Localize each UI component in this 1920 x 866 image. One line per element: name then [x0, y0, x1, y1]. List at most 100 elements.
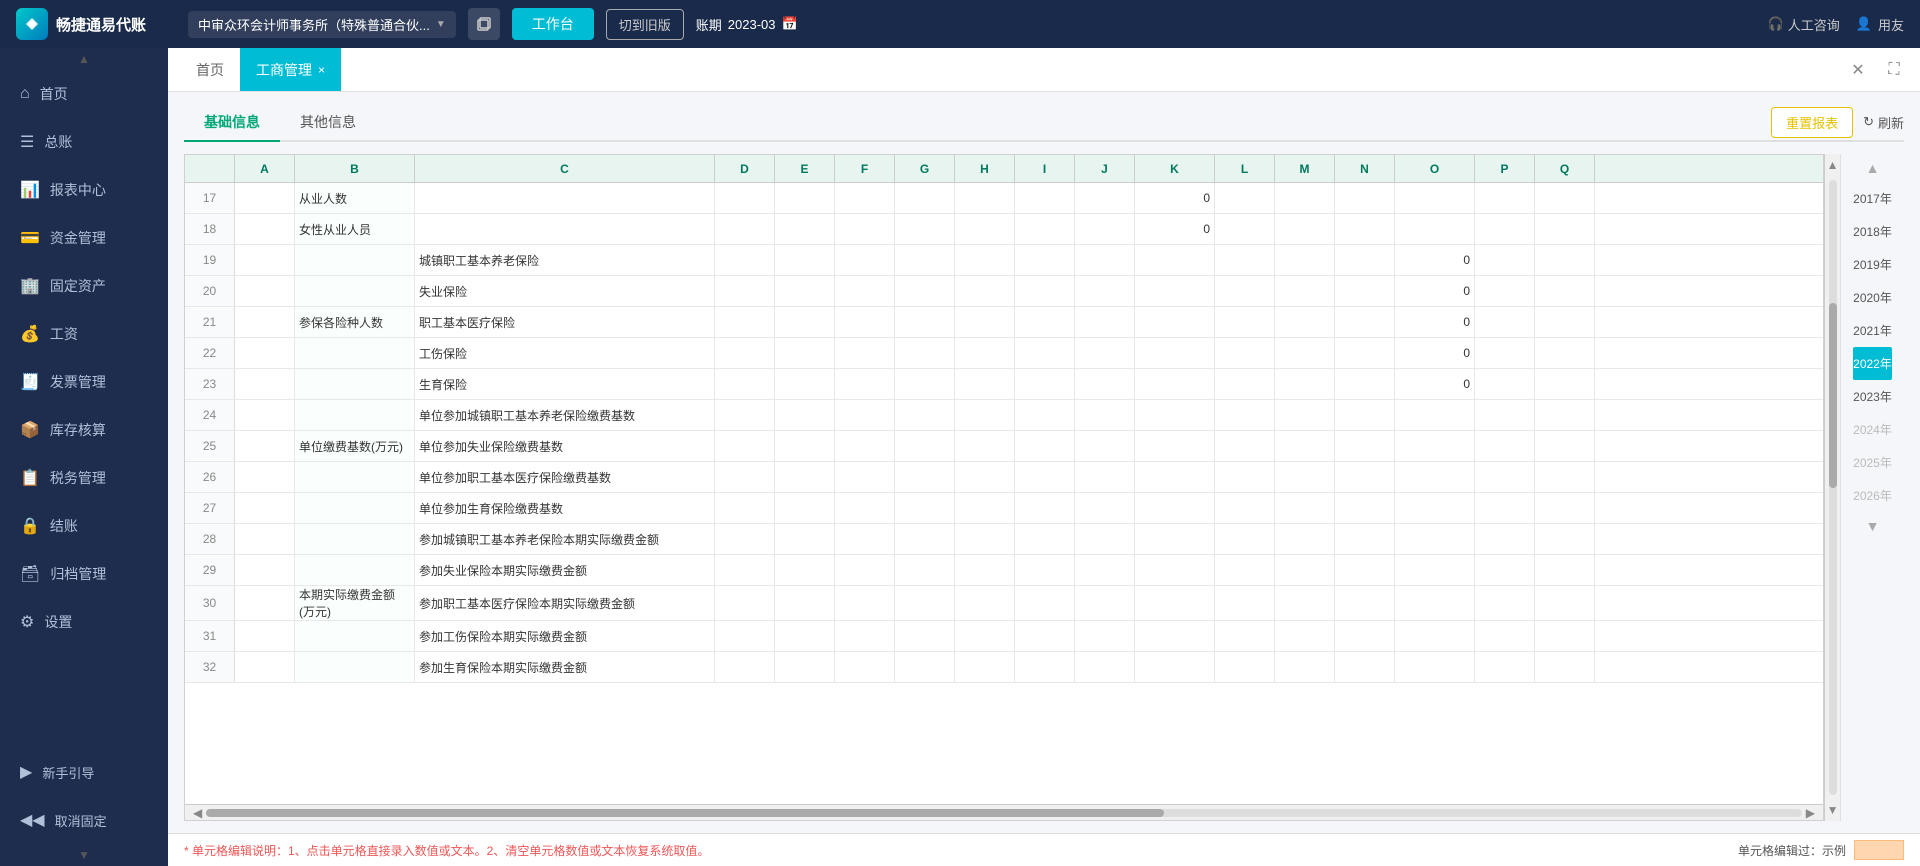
table-row[interactable]: 19 城镇职工基本养老保险 0: [185, 245, 1823, 276]
cell-p[interactable]: [1475, 621, 1535, 651]
subtab-basic[interactable]: 基础信息: [184, 104, 280, 142]
cell-e[interactable]: [775, 652, 835, 682]
cell-n[interactable]: [1335, 307, 1395, 337]
cell-c[interactable]: 单位参加生育保险缴费基数: [415, 493, 715, 523]
cell-q[interactable]: [1535, 493, 1595, 523]
table-row[interactable]: 20 失业保险 0: [185, 276, 1823, 307]
cell-c[interactable]: [415, 183, 715, 213]
cell-b[interactable]: [295, 493, 415, 523]
cell-f[interactable]: [835, 493, 895, 523]
h-scroll-left[interactable]: ◀: [189, 806, 206, 820]
sidebar-item-invoice[interactable]: 🧾 发票管理: [0, 358, 168, 406]
cell-g[interactable]: [895, 369, 955, 399]
cell-e[interactable]: [775, 493, 835, 523]
cell-i[interactable]: [1015, 555, 1075, 585]
cell-n[interactable]: [1335, 183, 1395, 213]
cell-n[interactable]: [1335, 652, 1395, 682]
cell-a[interactable]: [235, 183, 295, 213]
company-selector[interactable]: 中审众环会计师事务所（特殊普通合伙... ▼: [188, 11, 456, 38]
cell-j[interactable]: [1075, 307, 1135, 337]
cell-j[interactable]: [1075, 524, 1135, 554]
sidebar-item-unpin[interactable]: ◀◀ 取消固定: [0, 796, 168, 844]
cell-l[interactable]: [1215, 307, 1275, 337]
cell-n[interactable]: [1335, 214, 1395, 244]
cell-n[interactable]: [1335, 493, 1395, 523]
cell-m[interactable]: [1275, 276, 1335, 306]
cell-h[interactable]: [955, 621, 1015, 651]
cell-k[interactable]: [1135, 400, 1215, 430]
cell-n[interactable]: [1335, 400, 1395, 430]
cell-m[interactable]: [1275, 183, 1335, 213]
cell-h[interactable]: [955, 462, 1015, 492]
cell-i[interactable]: [1015, 183, 1075, 213]
cell-d[interactable]: [715, 307, 775, 337]
cell-m[interactable]: [1275, 524, 1335, 554]
cell-g[interactable]: [895, 555, 955, 585]
cell-d[interactable]: [715, 652, 775, 682]
cell-q[interactable]: [1535, 338, 1595, 368]
table-row[interactable]: 32 参加生育保险本期实际缴费金额: [185, 652, 1823, 683]
ai-button[interactable]: 🎧 人工咨询: [1768, 15, 1840, 34]
cell-o[interactable]: 0: [1395, 338, 1475, 368]
cell-p[interactable]: [1475, 493, 1535, 523]
cell-m[interactable]: [1275, 431, 1335, 461]
cell-d[interactable]: [715, 214, 775, 244]
cell-h[interactable]: [955, 183, 1015, 213]
cell-c[interactable]: 工伤保险: [415, 338, 715, 368]
cell-h[interactable]: [955, 214, 1015, 244]
cell-b[interactable]: [295, 555, 415, 585]
cell-m[interactable]: [1275, 621, 1335, 651]
calendar-icon[interactable]: 📅: [782, 16, 798, 32]
cell-g[interactable]: [895, 245, 955, 275]
cell-b[interactable]: 单位缴费基数(万元): [295, 431, 415, 461]
cell-i[interactable]: [1015, 369, 1075, 399]
table-row[interactable]: 31 参加工伤保险本期实际缴费金额: [185, 621, 1823, 652]
cell-n[interactable]: [1335, 276, 1395, 306]
year-panel-up[interactable]: ▲: [1841, 154, 1904, 182]
cell-e[interactable]: [775, 524, 835, 554]
tab-close-button[interactable]: ✕: [1844, 56, 1872, 84]
cell-a[interactable]: [235, 214, 295, 244]
cell-j[interactable]: [1075, 431, 1135, 461]
sidebar-item-tax[interactable]: 📋 税务管理: [0, 454, 168, 502]
cell-b[interactable]: [295, 524, 415, 554]
cell-k[interactable]: [1135, 245, 1215, 275]
cell-k[interactable]: [1135, 338, 1215, 368]
cell-a[interactable]: [235, 586, 295, 620]
cell-o[interactable]: [1395, 652, 1475, 682]
cell-a[interactable]: [235, 555, 295, 585]
cell-f[interactable]: [835, 652, 895, 682]
v-scroll-track[interactable]: [1829, 180, 1837, 795]
cell-e[interactable]: [775, 276, 835, 306]
cell-p[interactable]: [1475, 307, 1535, 337]
h-scroll-track[interactable]: [206, 809, 1802, 817]
table-row[interactable]: 18 女性从业人员 0: [185, 214, 1823, 245]
cell-i[interactable]: [1015, 621, 1075, 651]
cell-p[interactable]: [1475, 214, 1535, 244]
cell-b[interactable]: 从业人数: [295, 183, 415, 213]
sidebar-item-inventory[interactable]: 📦 库存核算: [0, 406, 168, 454]
cell-l[interactable]: [1215, 555, 1275, 585]
cell-q[interactable]: [1535, 586, 1595, 620]
cell-d[interactable]: [715, 431, 775, 461]
refresh-button[interactable]: ↻ 刷新: [1863, 107, 1904, 138]
sidebar-item-guide[interactable]: ▶ 新手引导: [0, 748, 168, 796]
cell-a[interactable]: [235, 245, 295, 275]
sidebar-scroll-up[interactable]: ▲: [0, 48, 168, 70]
sidebar-item-home[interactable]: ⌂ 首页: [0, 70, 168, 118]
cell-b[interactable]: [295, 652, 415, 682]
cell-h[interactable]: [955, 652, 1015, 682]
cell-o[interactable]: [1395, 621, 1475, 651]
cell-k[interactable]: [1135, 369, 1215, 399]
year-item[interactable]: 2023年: [1853, 380, 1892, 413]
cell-i[interactable]: [1015, 307, 1075, 337]
sidebar-item-ledger[interactable]: ☰ 总账: [0, 118, 168, 166]
cell-l[interactable]: [1215, 214, 1275, 244]
cell-g[interactable]: [895, 524, 955, 554]
year-item[interactable]: 2022年: [1853, 347, 1892, 380]
cell-d[interactable]: [715, 462, 775, 492]
sidebar-item-finance[interactable]: 💳 资金管理: [0, 214, 168, 262]
cell-i[interactable]: [1015, 462, 1075, 492]
cell-c[interactable]: 单位参加城镇职工基本养老保险缴费基数: [415, 400, 715, 430]
cell-q[interactable]: [1535, 214, 1595, 244]
